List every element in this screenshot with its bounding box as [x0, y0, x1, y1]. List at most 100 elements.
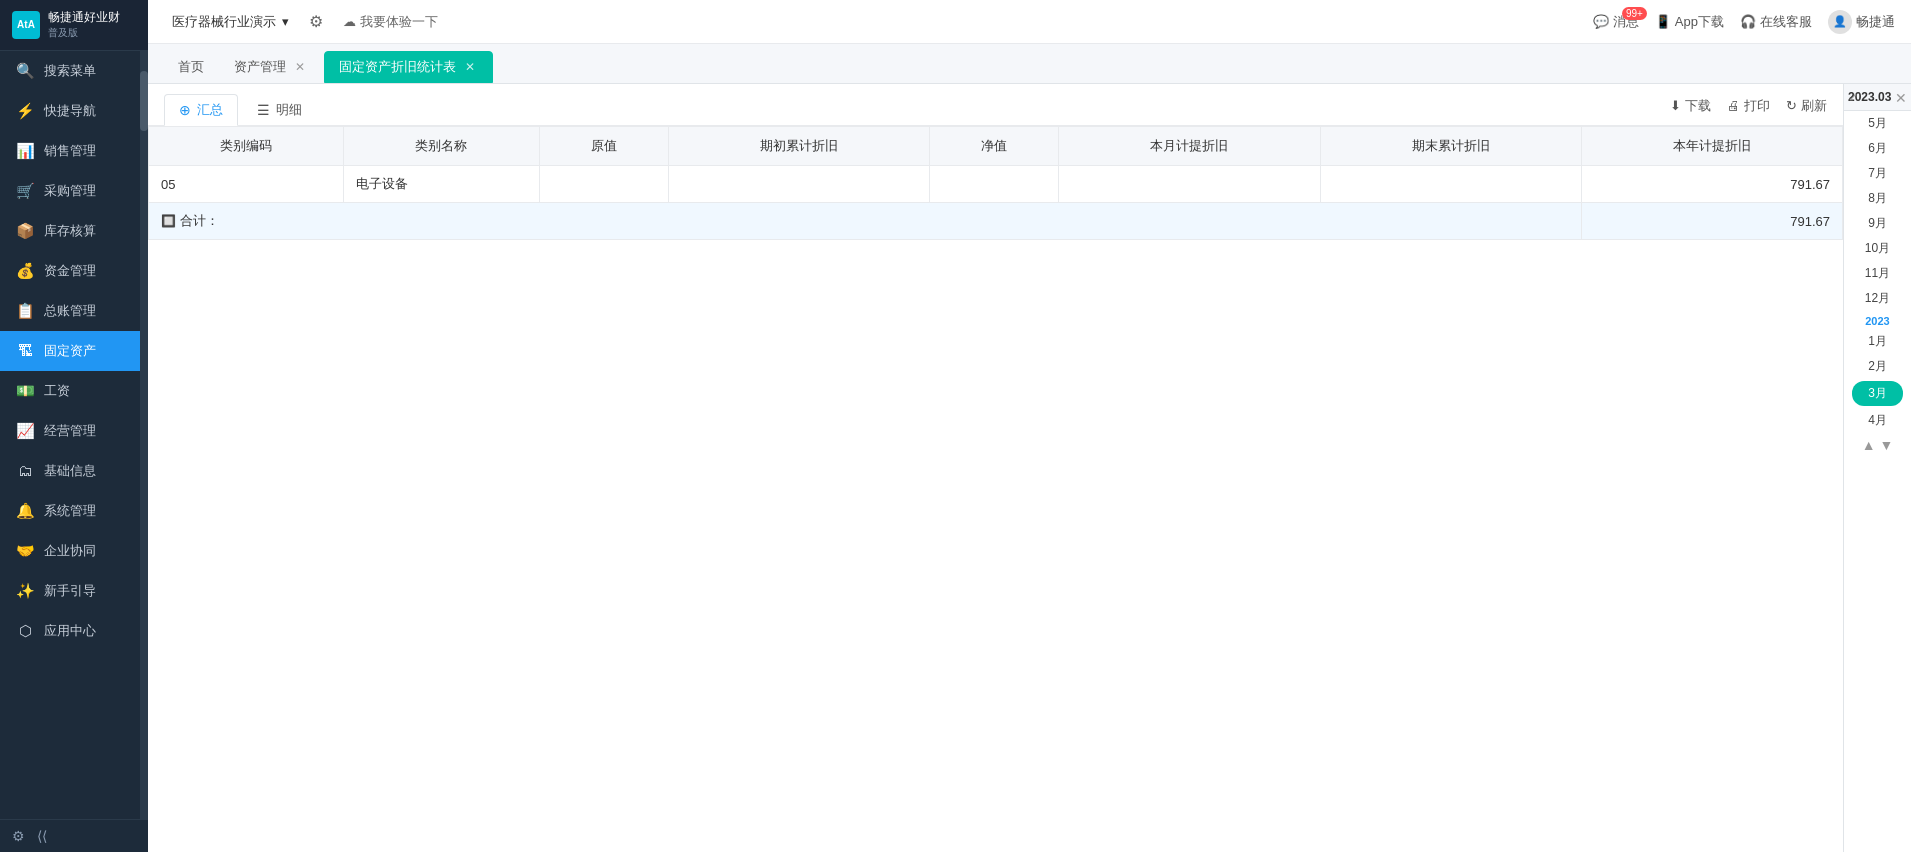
experience-btn[interactable]: ☁ 我要体验一下	[343, 13, 438, 31]
sidebar-label-app_center: 应用中心	[44, 622, 96, 640]
app-download-btn[interactable]: 📱 App下载	[1655, 13, 1724, 31]
download-label: 下载	[1685, 97, 1711, 115]
sidebar-nav: 🔍 搜索菜单 ⚡快捷导航📊销售管理🛒采购管理 📦 库存核算 💰资金管理📋总账管理🏗固定资产…	[0, 51, 140, 819]
date-month-item[interactable]: 12月	[1844, 286, 1911, 311]
cloud-icon: ☁	[343, 14, 356, 29]
sidebar-icon-finance: 💰	[16, 262, 34, 280]
sidebar-item-purchase[interactable]: 🛒采购管理	[0, 171, 140, 211]
download-btn[interactable]: ⬇ 下载	[1670, 97, 1711, 115]
collapse-icon[interactable]: ⟨⟨	[37, 828, 47, 844]
subtotal-label: 🔲合计：	[149, 203, 1582, 240]
company-dropdown-icon: ▾	[282, 14, 289, 29]
tab-depreciation[interactable]: 固定资产折旧统计表 ✕	[324, 51, 493, 83]
sidebar-label-inventory: 库存核算	[44, 222, 96, 240]
subtotal-icon: 🔲	[161, 214, 176, 228]
sidebar-item-enterprise[interactable]: 🤝企业协同	[0, 531, 140, 571]
sidebar-icon-system: 🔔	[16, 502, 34, 520]
date-month-item[interactable]: 1月	[1844, 329, 1911, 354]
sidebar-label-search: 搜索菜单	[44, 62, 96, 80]
messages-btn[interactable]: 💬 消息 99+	[1593, 13, 1639, 31]
refresh-btn[interactable]: ↻ 刷新	[1786, 97, 1827, 115]
sidebar-item-guide[interactable]: ✨新手引导	[0, 571, 140, 611]
sidebar-icon-fixed_assets: 🏗	[16, 342, 34, 359]
sidebar-item-basic_info[interactable]: 🗂基础信息	[0, 451, 140, 491]
sidebar-item-inventory[interactable]: 📦 库存核算	[0, 211, 140, 251]
refresh-icon: ↻	[1786, 98, 1797, 113]
date-next-icon[interactable]: ▼	[1880, 437, 1894, 453]
date-month-item[interactable]: 3月	[1852, 381, 1903, 406]
date-prev-icon[interactable]: ▲	[1862, 437, 1876, 453]
sidebar-item-ledger[interactable]: 📋总账管理	[0, 291, 140, 331]
sidebar-item-payroll[interactable]: 💵工资	[0, 371, 140, 411]
sidebar-icon-payroll: 💵	[16, 382, 34, 400]
tab-asset-management-label: 资产管理	[234, 58, 286, 76]
sidebar-label-basic_info: 基础信息	[44, 462, 96, 480]
subtotal-annual-dep: 791.67	[1581, 203, 1842, 240]
sidebar-footer-icons: ⚙ ⟨⟨	[12, 828, 47, 844]
sidebar-scrollbar[interactable]	[140, 51, 148, 819]
app-logo: AtA	[12, 11, 40, 39]
date-panel-close-icon[interactable]: ✕	[1895, 90, 1907, 106]
tab-detail[interactable]: ☰ 明细	[242, 94, 317, 125]
print-label: 打印	[1744, 97, 1770, 115]
tab-depreciation-label: 固定资产折旧统计表	[339, 58, 456, 76]
sidebar-icon-quick_nav: ⚡	[16, 102, 34, 120]
date-month-item[interactable]: 10月	[1844, 236, 1911, 261]
sidebar-icon-enterprise: 🤝	[16, 542, 34, 560]
sidebar-icon-search: 🔍	[16, 62, 34, 80]
cell-net-value	[930, 166, 1059, 203]
experience-label: 我要体验一下	[360, 13, 438, 31]
date-month-item[interactable]: 11月	[1844, 261, 1911, 286]
cell-monthly-dep	[1059, 166, 1320, 203]
date-panel-expand-icon[interactable]: ⤢	[1848, 90, 1858, 104]
date-month-item[interactable]: 2月	[1844, 354, 1911, 379]
date-items[interactable]: 5月6月7月8月9月10月11月12月20231月2月3月4月 ▲ ▼	[1844, 111, 1911, 852]
depreciation-table: 类别编码 类别名称 原值 期初累计折旧 净值 本月计提折旧 期末累计折旧 本年计…	[148, 126, 1843, 240]
sidebar-item-fixed_assets[interactable]: 🏗固定资产	[0, 331, 140, 371]
user-profile[interactable]: 👤 畅捷通	[1828, 10, 1895, 34]
col-original: 原值	[539, 127, 668, 166]
main-content: 医疗器械行业演示 ▾ ⚙ ☁ 我要体验一下 💬 消息 99+ 📱 App下载 🎧…	[148, 0, 1911, 852]
tab-summary-label: 汇总	[197, 101, 223, 119]
print-btn[interactable]: 🖨 打印	[1727, 97, 1770, 115]
tab-asset-management-close[interactable]: ✕	[292, 59, 308, 75]
settings-icon[interactable]: ⚙	[12, 828, 25, 844]
company-selector[interactable]: 医疗器械行业演示 ▾	[164, 9, 297, 35]
sidebar-icon-ledger: 📋	[16, 302, 34, 320]
sidebar-item-app_center[interactable]: ⬡应用中心	[0, 611, 140, 651]
sidebar-item-search[interactable]: 🔍 搜索菜单	[0, 51, 140, 91]
date-year-2023: 2023	[1844, 311, 1911, 329]
col-net-value: 净值	[930, 127, 1059, 166]
tab-asset-management[interactable]: 资产管理 ✕	[220, 51, 322, 83]
sidebar-footer: ⚙ ⟨⟨	[0, 819, 148, 852]
date-month-item[interactable]: 6月	[1844, 136, 1911, 161]
tab-depreciation-close[interactable]: ✕	[462, 59, 478, 75]
sidebar-item-sales[interactable]: 📊销售管理	[0, 131, 140, 171]
sidebar-item-quick_nav[interactable]: ⚡快捷导航	[0, 91, 140, 131]
sidebar-icon-inventory: 📦	[16, 222, 34, 240]
sidebar-item-operations[interactable]: 📈经营管理	[0, 411, 140, 451]
phone-icon: 📱	[1655, 14, 1671, 29]
sidebar-label-sales: 销售管理	[44, 142, 96, 160]
summary-icon: ⊕	[179, 102, 191, 118]
sidebar-item-finance[interactable]: 💰资金管理	[0, 251, 140, 291]
message-badge: 99+	[1622, 7, 1647, 20]
date-month-item[interactable]: 8月	[1844, 186, 1911, 211]
sidebar-label-operations: 经营管理	[44, 422, 96, 440]
print-icon: 🖨	[1727, 98, 1740, 113]
customer-service-btn[interactable]: 🎧 在线客服	[1740, 13, 1812, 31]
customer-service-label: 在线客服	[1760, 13, 1812, 31]
toolbar-right: ⬇ 下载 🖨 打印 ↻ 刷新	[1670, 97, 1827, 123]
detail-icon: ☰	[257, 102, 270, 118]
topbar-settings-icon[interactable]: ⚙	[309, 12, 323, 31]
sidebar-scrollbar-thumb[interactable]	[140, 71, 148, 131]
tab-summary[interactable]: ⊕ 汇总	[164, 94, 238, 126]
date-month-item[interactable]: 7月	[1844, 161, 1911, 186]
tab-home[interactable]: 首页	[164, 51, 218, 83]
date-month-item[interactable]: 9月	[1844, 211, 1911, 236]
sidebar-item-system[interactable]: 🔔系统管理	[0, 491, 140, 531]
date-month-item[interactable]: 4月	[1844, 408, 1911, 433]
date-month-item[interactable]: 5月	[1844, 111, 1911, 136]
col-name: 类别名称	[344, 127, 539, 166]
refresh-label: 刷新	[1801, 97, 1827, 115]
